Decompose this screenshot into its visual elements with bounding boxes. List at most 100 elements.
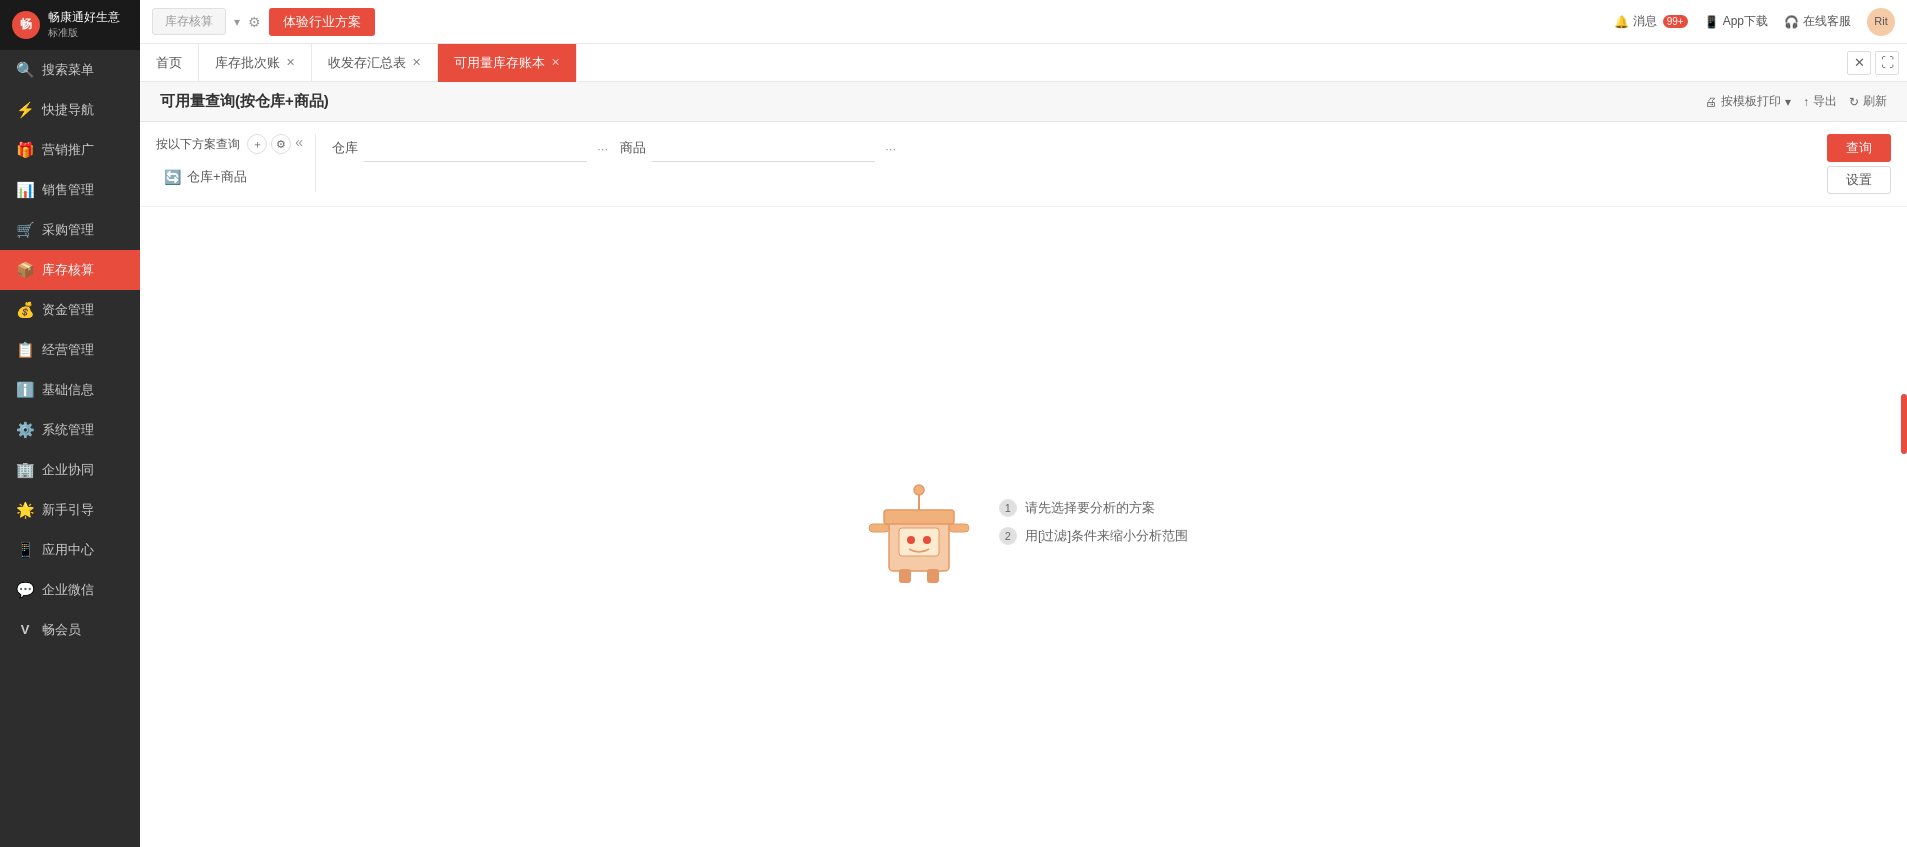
online-service-button[interactable]: 🎧 在线客服 — [1784, 13, 1851, 30]
sidebar-item-wechat-label: 企业微信 — [42, 581, 94, 599]
warehouse-more-icon[interactable]: ··· — [593, 141, 612, 156]
filter-scheme-header: 按以下方案查询 ＋ ⚙ « — [156, 134, 303, 154]
add-scheme-button[interactable]: ＋ — [247, 134, 267, 154]
sidebar-item-enterprise-label: 企业协同 — [42, 461, 94, 479]
sidebar-item-finance-label: 资金管理 — [42, 301, 94, 319]
refresh-button[interactable]: ↻ 刷新 — [1849, 93, 1887, 110]
sidebar-item-basics-label: 基础信息 — [42, 381, 94, 399]
app-download-button[interactable]: 📱 App下载 — [1704, 13, 1768, 30]
expand-tab-button[interactable]: ⛶ — [1875, 51, 1899, 75]
sidebar-item-inventory[interactable]: 📦 库存核算 — [0, 250, 140, 290]
sidebar-item-inventory-label: 库存核算 — [42, 261, 94, 279]
empty-text-container: 1 请先选择要分析的方案 2 用[过滤]条件来缩小分析范围 — [999, 499, 1188, 555]
tab-available[interactable]: 可用量库存账本 ✕ — [438, 44, 577, 82]
product-filter-field: 商品 ··· — [620, 134, 900, 162]
empty-hint-2-text: 用[过滤]条件来缩小分析范围 — [1025, 527, 1188, 545]
sidebar-item-marketing-label: 营销推广 — [42, 141, 94, 159]
warehouse-filter-label: 仓库 — [332, 139, 358, 157]
user-avatar-area[interactable]: Rit — [1867, 8, 1895, 36]
notification-button[interactable]: 🔔 消息 99+ — [1614, 13, 1688, 30]
phone-icon: 📱 — [1704, 15, 1719, 29]
trial-industry-button[interactable]: 体验行业方案 — [269, 8, 375, 36]
sidebar-item-wechat[interactable]: 💬 企业微信 — [0, 570, 140, 610]
export-button[interactable]: ↑ 导出 — [1803, 93, 1837, 110]
content-area: 可用量查询(按仓库+商品) 🖨 按模板打印 ▾ ↑ 导出 ↻ 刷新 — [140, 82, 1907, 847]
tab-summary-label: 收发存汇总表 — [328, 54, 406, 72]
svg-point-4 — [923, 536, 931, 544]
refresh-icon: ↻ — [1849, 95, 1859, 109]
notification-label: 消息 — [1633, 13, 1657, 30]
sidebar-item-marketing[interactable]: 🎁 营销推广 — [0, 130, 140, 170]
settings-scheme-button[interactable]: ⚙ — [271, 134, 291, 154]
sidebar-item-system[interactable]: ⚙️ 系统管理 — [0, 410, 140, 450]
filter-fields: 仓库 ··· 商品 ··· — [316, 134, 1815, 162]
product-filter-input[interactable] — [652, 134, 875, 162]
warehouse-filter-input[interactable] — [364, 134, 587, 162]
filter-settings-button[interactable]: 设置 — [1827, 166, 1891, 194]
sidebar-item-guide[interactable]: 🌟 新手引导 — [0, 490, 140, 530]
user-avatar: Rit — [1867, 8, 1895, 36]
sidebar-item-apps-label: 应用中心 — [42, 541, 94, 559]
step-2-number: 2 — [999, 527, 1017, 545]
member-icon: V — [16, 622, 34, 637]
sidebar-item-sales[interactable]: 📊 销售管理 — [0, 170, 140, 210]
product-filter-label: 商品 — [620, 139, 646, 157]
collapse-scheme-icon[interactable]: « — [295, 134, 303, 154]
procurement-icon: 🛒 — [16, 221, 34, 239]
warehouse-filter-field: 仓库 ··· — [332, 134, 612, 162]
sidebar-item-basics[interactable]: ℹ️ 基础信息 — [0, 370, 140, 410]
print-button[interactable]: 🖨 按模板打印 ▾ — [1705, 93, 1791, 110]
svg-rect-8 — [927, 569, 939, 583]
tab-summary[interactable]: 收发存汇总表 ✕ — [312, 44, 438, 82]
search-icon: 🔍 — [16, 61, 34, 79]
tab-home[interactable]: 首页 — [140, 44, 199, 82]
page-header: 可用量查询(按仓库+商品) 🖨 按模板打印 ▾ ↑ 导出 ↻ 刷新 — [140, 82, 1907, 122]
tab-batch[interactable]: 库存批次账 ✕ — [199, 44, 312, 82]
close-tab-button[interactable]: ✕ — [1847, 51, 1871, 75]
tab-batch-label: 库存批次账 — [215, 54, 280, 72]
sidebar-item-finance[interactable]: 💰 资金管理 — [0, 290, 140, 330]
sidebar-item-procurement[interactable]: 🛒 采购管理 — [0, 210, 140, 250]
sidebar-nav: 🔍 搜索菜单 ⚡ 快捷导航 🎁 营销推广 📊 销售管理 🛒 采购管理 📦 库存核… — [0, 50, 140, 847]
breadcrumb-dropdown-icon[interactable]: ▾ — [234, 15, 240, 29]
wechat-icon: 💬 — [16, 581, 34, 599]
topbar-gear-icon[interactable]: ⚙ — [248, 14, 261, 30]
guide-icon: 🌟 — [16, 501, 34, 519]
tab-bar: 首页 库存批次账 ✕ 收发存汇总表 ✕ 可用量库存账本 ✕ ✕ ⛶ — [140, 44, 1907, 82]
basics-icon: ℹ️ — [16, 381, 34, 399]
scheme-item-warehouse-product[interactable]: 🔄 仓库+商品 — [156, 162, 303, 192]
sidebar-item-member[interactable]: V 畅会员 — [0, 610, 140, 650]
product-more-icon[interactable]: ··· — [881, 141, 900, 156]
shortcuts-icon: ⚡ — [16, 101, 34, 119]
sidebar-subtitle: 标准版 — [48, 26, 120, 40]
filter-actions: 查询 设置 — [1815, 134, 1891, 194]
sidebar-item-operations[interactable]: 📋 经营管理 — [0, 330, 140, 370]
sidebar-logo: 畅 — [12, 11, 40, 39]
refresh-label: 刷新 — [1863, 93, 1887, 110]
empty-hint-1: 1 请先选择要分析的方案 — [999, 499, 1188, 517]
tab-home-label: 首页 — [156, 54, 182, 72]
topbar-right: 🔔 消息 99+ 📱 App下载 🎧 在线客服 Rit — [1614, 8, 1895, 36]
query-button[interactable]: 查询 — [1827, 134, 1891, 162]
filter-scheme-actions: ＋ ⚙ « — [247, 134, 303, 154]
tab-summary-close-icon[interactable]: ✕ — [412, 56, 421, 69]
scheme-item-label: 仓库+商品 — [187, 168, 247, 186]
sidebar-item-operations-label: 经营管理 — [42, 341, 94, 359]
right-scroll-indicator — [1901, 394, 1907, 454]
sidebar-item-shortcuts[interactable]: ⚡ 快捷导航 — [0, 90, 140, 130]
filter-scheme-label: 按以下方案查询 — [156, 136, 240, 153]
sidebar-item-sales-label: 销售管理 — [42, 181, 94, 199]
sidebar-item-apps[interactable]: 📱 应用中心 — [0, 530, 140, 570]
svg-rect-5 — [869, 524, 889, 532]
scheme-sync-icon: 🔄 — [164, 169, 181, 185]
tab-batch-close-icon[interactable]: ✕ — [286, 56, 295, 69]
sidebar-item-search[interactable]: 🔍 搜索菜单 — [0, 50, 140, 90]
sidebar-item-procurement-label: 采购管理 — [42, 221, 94, 239]
headset-icon: 🎧 — [1784, 15, 1799, 29]
sidebar-item-enterprise[interactable]: 🏢 企业协同 — [0, 450, 140, 490]
empty-state-illustration — [859, 466, 979, 589]
sidebar-item-search-label: 搜索菜单 — [42, 61, 94, 79]
tab-available-close-icon[interactable]: ✕ — [551, 56, 560, 69]
filter-scheme-panel: 按以下方案查询 ＋ ⚙ « 🔄 仓库+商品 — [156, 134, 316, 192]
svg-point-10 — [914, 485, 924, 495]
